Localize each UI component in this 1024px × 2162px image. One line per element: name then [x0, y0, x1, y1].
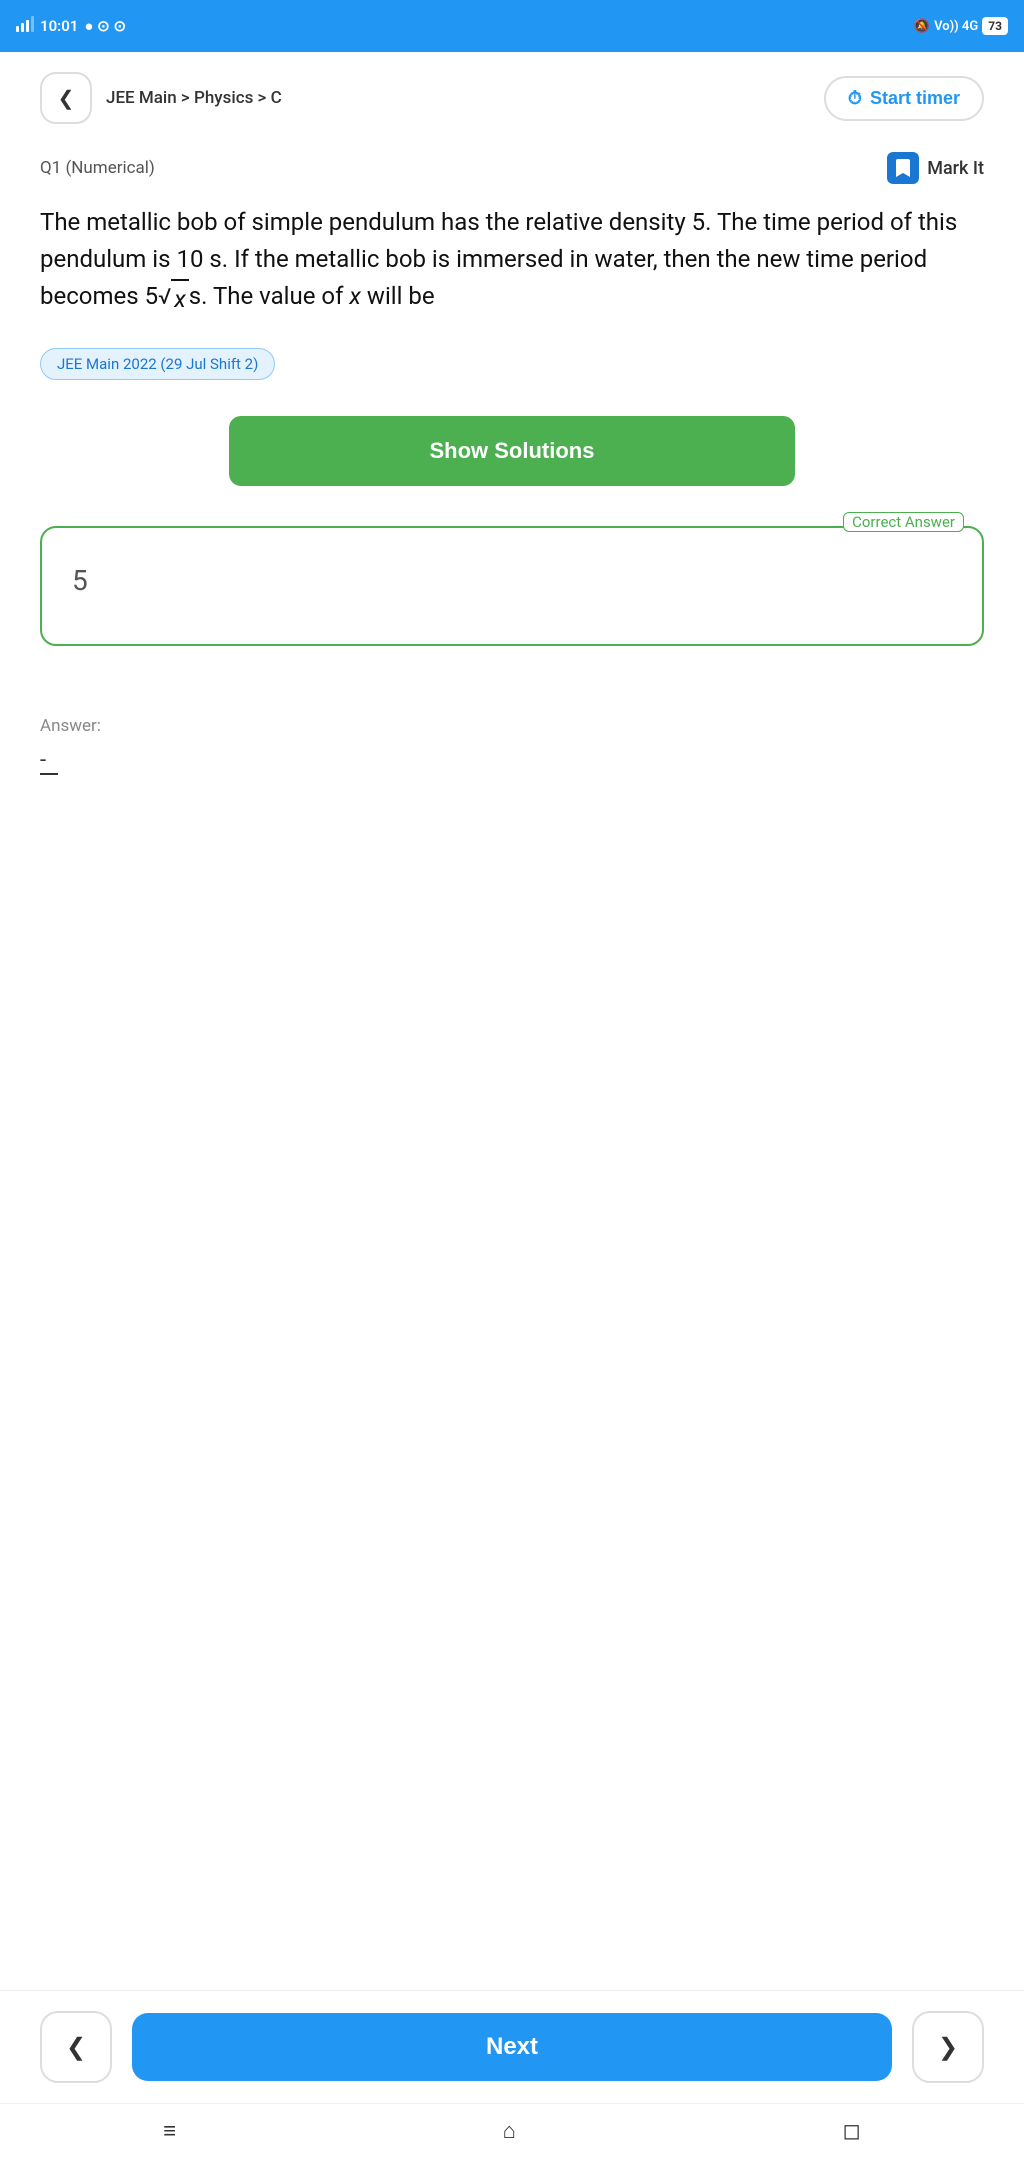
- question-tag: JEE Main 2022 (29 Jul Shift 2): [40, 348, 275, 380]
- back-chevron-icon: ❮: [58, 86, 75, 111]
- prev-chevron-icon: ❮: [66, 2033, 86, 2062]
- battery-level: 73: [982, 17, 1008, 35]
- prev-button[interactable]: ❮: [40, 2011, 112, 2083]
- answer-section: Answer: -: [40, 696, 984, 775]
- answer-box: 5: [40, 526, 984, 646]
- correct-answer-label: Correct Answer: [843, 512, 964, 532]
- time-display: 10:01: [40, 17, 78, 35]
- next-chevron-icon: ❯: [938, 2033, 958, 2062]
- main-content: ❮ JEE Main > Physics > C ⏱ Start timer Q…: [0, 52, 1024, 835]
- answer-box-wrapper: Correct Answer 5: [40, 526, 984, 646]
- nav-left: ❮ JEE Main > Physics > C: [40, 72, 282, 124]
- next-button[interactable]: Next: [132, 2013, 892, 2081]
- question-header: Q1 (Numerical) Mark It: [40, 152, 984, 184]
- sqrt-expression: √x: [158, 279, 189, 318]
- timer-icon: ⏱: [848, 88, 862, 109]
- system-nav: ≡ ⌂ ◻: [0, 2103, 1024, 2162]
- carrier-label: Vo)) 4G: [934, 19, 978, 34]
- bottom-nav: ❮ Next ❯ ≡ ⌂ ◻: [0, 1990, 1024, 2162]
- timer-label: Start timer: [870, 88, 960, 109]
- status-right: 🔕 Vo)) 4G 73: [914, 17, 1008, 35]
- answer-cursor[interactable]: -: [40, 748, 58, 775]
- dot-icons: ● ⊙ ⊙: [84, 17, 126, 35]
- question-text: The metallic bob of simple pendulum has …: [40, 204, 984, 318]
- mark-it-button[interactable]: Mark It: [887, 152, 984, 184]
- bookmark-icon: [887, 152, 919, 184]
- show-solutions-button[interactable]: Show Solutions: [229, 416, 795, 486]
- answer-section-label: Answer:: [40, 716, 984, 736]
- status-bar: 10:01 ● ⊙ ⊙ 🔕 Vo)) 4G 73: [0, 0, 1024, 52]
- no-sim-icon: 🔕: [914, 19, 930, 34]
- hamburger-icon[interactable]: ≡: [163, 2118, 176, 2144]
- home-icon[interactable]: ⌂: [503, 2118, 516, 2144]
- question-label: Q1 (Numerical): [40, 158, 155, 178]
- recent-apps-icon[interactable]: ◻: [842, 2119, 860, 2144]
- answer-value: 5: [72, 564, 88, 597]
- mark-it-label: Mark It: [927, 158, 984, 179]
- breadcrumb: JEE Main > Physics > C: [106, 88, 282, 108]
- bottom-nav-buttons: ❮ Next ❯: [0, 1991, 1024, 2103]
- start-timer-button[interactable]: ⏱ Start timer: [824, 76, 984, 121]
- next-arrow-button[interactable]: ❯: [912, 2011, 984, 2083]
- back-button[interactable]: ❮: [40, 72, 92, 124]
- signal-icon: [16, 16, 34, 36]
- status-left: 10:01 ● ⊙ ⊙: [16, 16, 126, 36]
- nav-bar: ❮ JEE Main > Physics > C ⏱ Start timer: [40, 72, 984, 124]
